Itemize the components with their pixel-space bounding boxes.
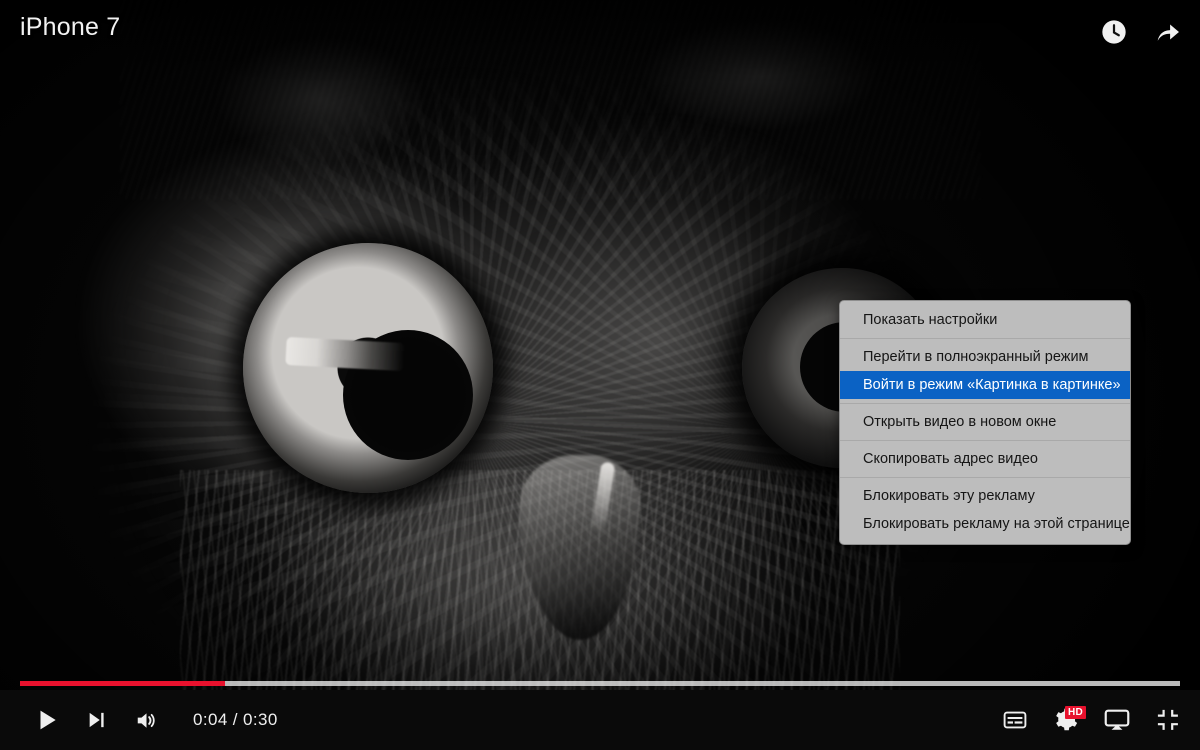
next-video-icon[interactable] bbox=[86, 709, 108, 731]
menu-separator bbox=[840, 403, 1130, 404]
menu-item-open-video-in-new-window[interactable]: Открыть видео в новом окне bbox=[840, 408, 1130, 436]
controls-left: 0:04 / 0:30 bbox=[34, 707, 278, 733]
play-icon[interactable] bbox=[34, 707, 60, 733]
video-title: iPhone 7 bbox=[20, 13, 121, 41]
player-control-bar: 0:04 / 0:30 HD bbox=[0, 681, 1200, 750]
share-icon[interactable] bbox=[1154, 18, 1182, 46]
context-menu-group: Перейти в полноэкранный режим Войти в ре… bbox=[840, 343, 1130, 399]
menu-separator bbox=[840, 440, 1130, 441]
menu-separator bbox=[840, 477, 1130, 478]
hd-badge: HD bbox=[1065, 705, 1087, 719]
top-actions bbox=[1100, 14, 1182, 46]
menu-separator bbox=[840, 338, 1130, 339]
menu-item-enter-picture-in-picture[interactable]: Войти в режим «Картинка в картинке» bbox=[840, 371, 1130, 399]
context-menu-group: Блокировать эту рекламу Блокировать рекл… bbox=[840, 482, 1130, 538]
menu-item-copy-video-address[interactable]: Скопировать адрес видео bbox=[840, 445, 1130, 473]
menu-item-show-settings[interactable]: Показать настройки bbox=[840, 306, 1130, 334]
controls-right: HD bbox=[1003, 705, 1180, 733]
progress-played bbox=[20, 681, 226, 686]
menu-item-block-this-ad[interactable]: Блокировать эту рекламу bbox=[840, 482, 1130, 510]
menu-item-enter-fullscreen[interactable]: Перейти в полноэкранный режим bbox=[840, 343, 1130, 371]
time-display: 0:04 / 0:30 bbox=[193, 710, 278, 729]
video-context-menu[interactable]: Показать настройки Перейти в полноэкранн… bbox=[839, 300, 1131, 545]
airplay-icon[interactable] bbox=[1104, 707, 1130, 733]
context-menu-group: Показать настройки bbox=[840, 306, 1130, 334]
context-menu-group: Скопировать адрес видео bbox=[840, 445, 1130, 473]
progress-bar[interactable] bbox=[0, 677, 1200, 690]
controls-row: 0:04 / 0:30 HD bbox=[0, 690, 1200, 750]
quality-settings-button[interactable]: HD bbox=[1053, 705, 1087, 733]
exit-fullscreen-icon[interactable] bbox=[1156, 708, 1180, 732]
watch-later-icon[interactable] bbox=[1100, 18, 1128, 46]
video-player[interactable]: iPhone 7 Показать настройки Перейти в по… bbox=[0, 0, 1200, 750]
volume-icon[interactable] bbox=[134, 708, 159, 733]
subtitles-icon[interactable] bbox=[1003, 708, 1027, 732]
progress-track[interactable] bbox=[20, 681, 1180, 686]
menu-item-block-ads-on-this-page[interactable]: Блокировать рекламу на этой странице bbox=[840, 510, 1130, 538]
context-menu-group: Открыть видео в новом окне bbox=[840, 408, 1130, 436]
player-top-bar: iPhone 7 bbox=[0, 0, 1200, 84]
